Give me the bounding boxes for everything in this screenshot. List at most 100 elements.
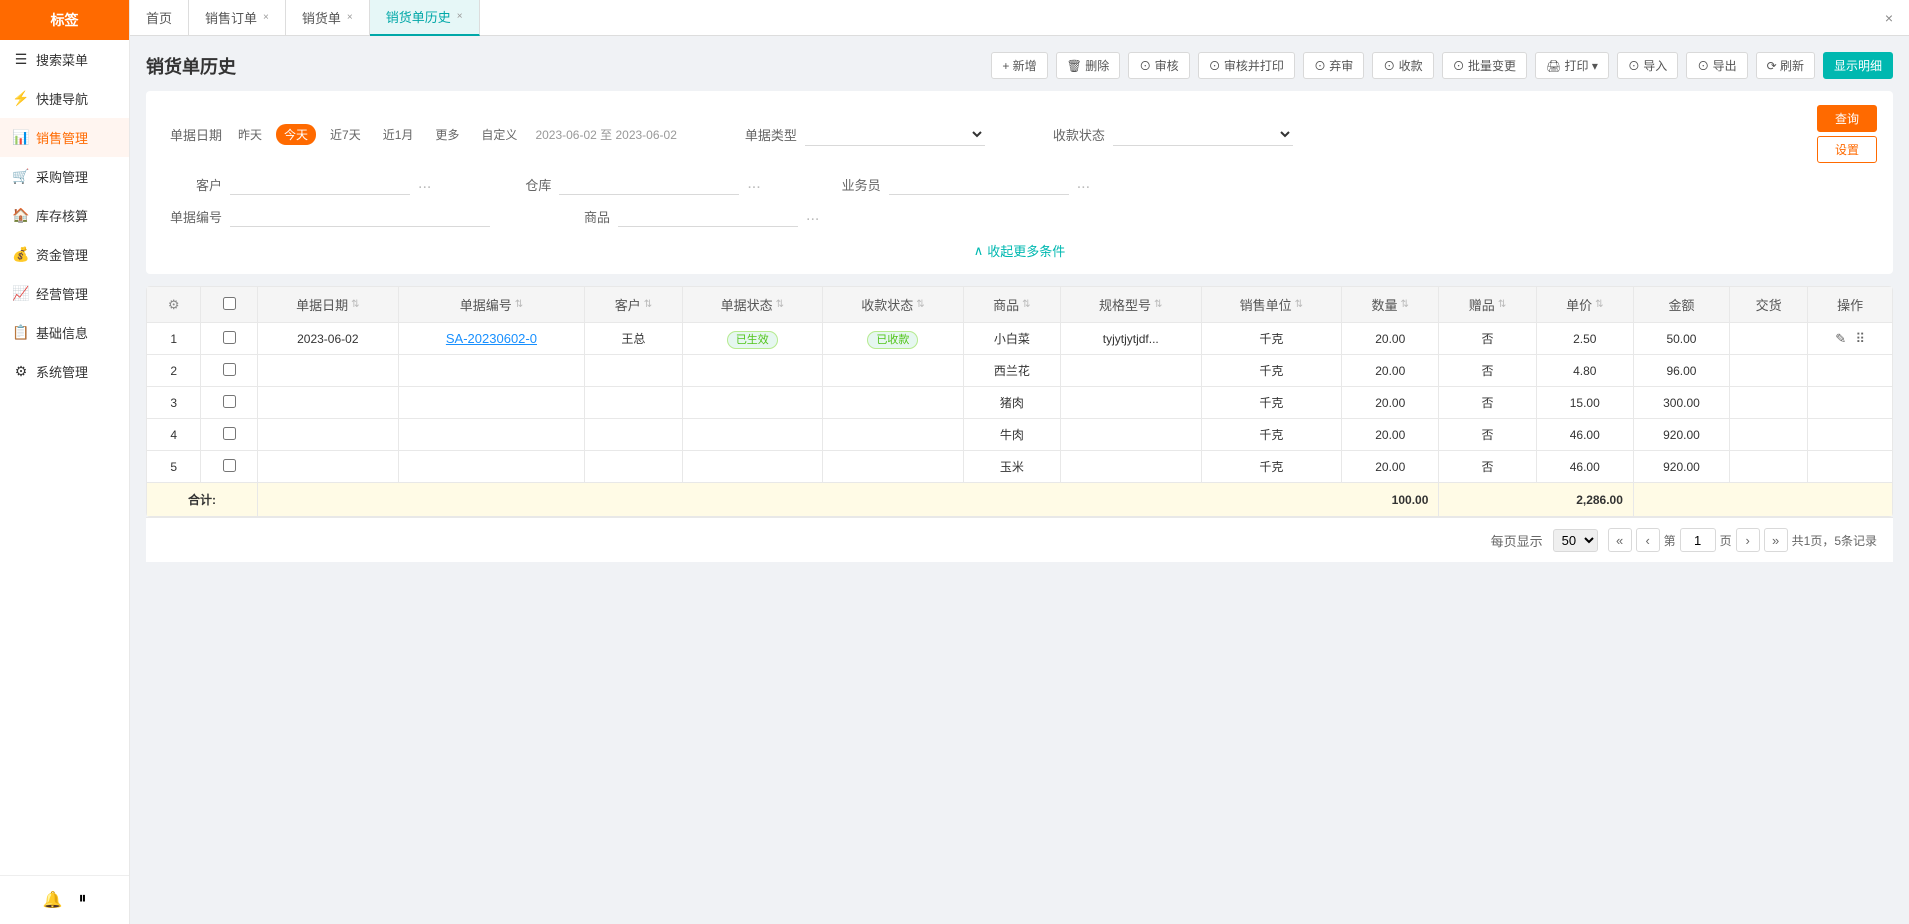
date-custom-chip[interactable]: 自定义 [473, 124, 525, 145]
tab-sales-history[interactable]: 销货单历史 × [370, 0, 480, 36]
show-detail-button[interactable]: 显示明细 [1823, 52, 1893, 79]
row-checkbox-0[interactable] [223, 331, 236, 344]
sidebar-item-operations[interactable]: 📈 经营管理 [0, 274, 129, 313]
sort-payment-status-icon: ⇅ [916, 299, 924, 310]
sidebar-item-sales-mgmt[interactable]: 📊 销售管理 [0, 118, 129, 157]
sidebar-item-quick-nav[interactable]: ⚡ 快捷导航 [0, 79, 129, 118]
collect-button[interactable]: ⊙ 收款 [1372, 52, 1433, 79]
row-checkbox-3[interactable] [223, 427, 236, 440]
warehouse-input[interactable] [559, 173, 739, 195]
settings-gear-icon[interactable]: ⚙ [168, 297, 180, 312]
doc-number-link-0[interactable]: SA-20230602-0 [446, 331, 537, 346]
th-doc-date-label: 单据日期 [296, 295, 348, 314]
batch-change-button[interactable]: ⊙ 批量变更 [1442, 52, 1527, 79]
sys-mgmt-icon: ⚙ [12, 363, 30, 381]
doc-type-select[interactable] [805, 122, 985, 146]
table-row: 2 西兰花 千克 20.00 否 4.80 96.00 [147, 355, 1893, 387]
date-1month-chip[interactable]: 近1月 [375, 124, 422, 145]
cell-price-1: 4.80 [1536, 355, 1633, 387]
refresh-button[interactable]: ⟳ 刷新 [1756, 52, 1815, 79]
page-next-button[interactable]: › [1736, 528, 1760, 552]
delete-button[interactable]: 🗑 删除 [1056, 52, 1121, 79]
th-unit-price[interactable]: 单价⇅ [1536, 287, 1633, 323]
abandon-button[interactable]: ⊙ 弃审 [1303, 52, 1364, 79]
page-last-button[interactable]: » [1764, 528, 1788, 552]
notification-icon[interactable]: 🔔 [43, 890, 63, 910]
date-yesterday-chip[interactable]: 昨天 [230, 124, 270, 145]
goods-input[interactable] [618, 205, 798, 227]
th-settings[interactable]: ⚙ [147, 287, 201, 323]
table-row: 5 玉米 千克 20.00 否 46.00 920.00 [147, 451, 1893, 483]
salesperson-dots[interactable]: ... [1077, 175, 1090, 193]
table-header-row: ⚙ 单据日期⇅ 单据编号⇅ 客户⇅ 单据状态⇅ 收款状态⇅ 商品⇅ 规格型号⇅ … [147, 287, 1893, 323]
sort-goods-icon: ⇅ [1022, 299, 1030, 310]
th-doc-number[interactable]: 单据编号⇅ [398, 287, 585, 323]
th-customer[interactable]: 客户⇅ [585, 287, 682, 323]
th-gift[interactable]: 赠品⇅ [1439, 287, 1536, 323]
th-quantity-label: 数量 [1372, 295, 1398, 314]
print-button[interactable]: 🖨 打印 ▾ [1535, 52, 1609, 79]
sidebar-item-purchase-mgmt[interactable]: 🛒 采购管理 [0, 157, 129, 196]
date-more-chip[interactable]: 更多 [427, 124, 467, 145]
export-button[interactable]: ⊙ 导出 [1686, 52, 1747, 79]
date-7days-chip[interactable]: 近7天 [322, 124, 369, 145]
tab-sales-order[interactable]: 销售订单 × [189, 0, 286, 36]
pause-icon[interactable]: ⏸ [78, 890, 86, 910]
page-prev-button[interactable]: ‹ [1636, 528, 1660, 552]
salesperson-input[interactable] [889, 173, 1069, 195]
row-checkbox-4[interactable] [223, 459, 236, 472]
tab-sales-goods-close[interactable]: × [347, 12, 353, 23]
sidebar-item-inventory[interactable]: 🏠 库存核算 [0, 196, 129, 235]
th-payment-status[interactable]: 收款状态⇅ [823, 287, 964, 323]
query-button[interactable]: 查询 [1817, 105, 1877, 132]
th-doc-date[interactable]: 单据日期⇅ [258, 287, 399, 323]
edit-icon-0[interactable]: ✎ [1835, 331, 1846, 346]
page-first-button[interactable]: « [1608, 528, 1632, 552]
th-spec-type[interactable]: 规格型号⇅ [1060, 287, 1201, 323]
sidebar-item-fund-mgmt[interactable]: 💰 资金管理 [0, 235, 129, 274]
th-doc-status[interactable]: 单据状态⇅ [682, 287, 823, 323]
filter-item-doc-number: 单据编号 [162, 205, 490, 227]
new-button[interactable]: + 新增 [991, 52, 1047, 79]
more-icon-0[interactable]: ⠿ [1856, 331, 1866, 346]
cell-row-num-2: 3 [147, 387, 201, 419]
doc-number-input[interactable] [230, 205, 490, 227]
tab-sales-goods[interactable]: 销货单 × [286, 0, 370, 36]
cell-amount-4: 920.00 [1633, 451, 1729, 483]
sidebar-item-sys-mgmt[interactable]: ⚙ 系统管理 [0, 352, 129, 391]
row-checkbox-1[interactable] [223, 363, 236, 376]
window-close-button[interactable]: × [1877, 10, 1901, 26]
audit-print-button[interactable]: ⊙ 审核并打印 [1198, 52, 1295, 79]
cell-gift-2: 否 [1439, 387, 1536, 419]
th-quantity[interactable]: 数量⇅ [1342, 287, 1439, 323]
customer-input[interactable] [230, 173, 410, 195]
tab-home[interactable]: 首页 [130, 0, 189, 36]
th-goods[interactable]: 商品⇅ [963, 287, 1060, 323]
customer-dots[interactable]: ... [418, 175, 431, 193]
row-checkbox-2[interactable] [223, 395, 236, 408]
cell-goods-1: 西兰花 [963, 355, 1060, 387]
sidebar-label-inventory: 库存核算 [36, 206, 88, 225]
warehouse-dots[interactable]: ... [747, 175, 760, 193]
tab-sales-history-close[interactable]: × [457, 11, 463, 22]
cell-qty-3: 20.00 [1342, 419, 1439, 451]
settings-button[interactable]: 设置 [1817, 136, 1877, 163]
payment-status-select[interactable] [1113, 122, 1293, 146]
import-button[interactable]: ⊙ 导入 [1617, 52, 1678, 79]
per-page-select[interactable]: 50 [1553, 529, 1598, 552]
audit-button[interactable]: ⊙ 审核 [1128, 52, 1189, 79]
th-customer-label: 客户 [615, 295, 641, 314]
cell-customer-4 [585, 451, 682, 483]
collapse-button[interactable]: ∧ 收起更多条件 [974, 241, 1066, 260]
select-all-checkbox[interactable] [223, 297, 236, 310]
tabs-bar: 首页 销售订单 × 销货单 × 销货单历史 × × [130, 0, 1909, 36]
tab-sales-order-close[interactable]: × [263, 12, 269, 23]
cell-doc-status-3 [682, 419, 823, 451]
th-sales-unit[interactable]: 销售单位⇅ [1201, 287, 1342, 323]
cell-doc-number-0[interactable]: SA-20230602-0 [398, 323, 585, 355]
sidebar-item-search-menu[interactable]: ☰ 搜索菜单 [0, 40, 129, 79]
sidebar-item-basic-info[interactable]: 📋 基础信息 [0, 313, 129, 352]
date-today-chip[interactable]: 今天 [276, 124, 316, 145]
page-number-input[interactable] [1680, 528, 1716, 552]
goods-dots[interactable]: ... [806, 207, 819, 225]
